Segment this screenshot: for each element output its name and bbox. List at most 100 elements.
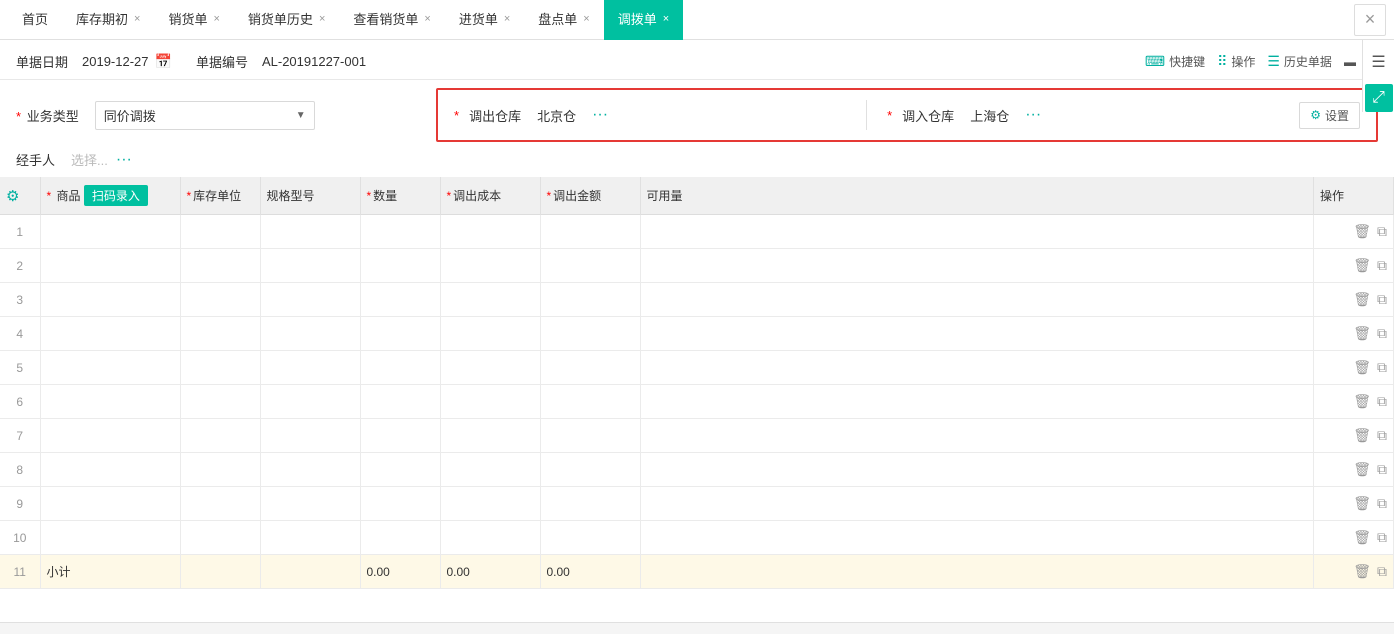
spec-cell[interactable] <box>260 351 360 385</box>
spec-cell[interactable] <box>260 453 360 487</box>
history-btn[interactable]: ☰ 历史单据 <box>1267 53 1332 70</box>
copy-icon[interactable]: ⧉ <box>1377 393 1387 410</box>
tab-transfer-close[interactable]: × <box>663 13 669 25</box>
amount-cell[interactable] <box>540 283 640 317</box>
tab-home[interactable]: 首页 <box>8 0 62 40</box>
spec-cell[interactable] <box>260 521 360 555</box>
copy-icon[interactable]: ⧉ <box>1377 427 1387 444</box>
handler-placeholder[interactable]: 选择... <box>71 150 108 169</box>
avail-cell[interactable] <box>640 453 1314 487</box>
qty-cell[interactable] <box>360 317 440 351</box>
tab-sales-history-close[interactable]: × <box>319 13 325 25</box>
operations-btn[interactable]: ⠿ 操作 <box>1217 53 1255 70</box>
cost-cell[interactable] <box>440 487 540 521</box>
delete-icon[interactable]: 🗑 <box>1353 427 1371 444</box>
avail-cell[interactable] <box>640 419 1314 453</box>
sidebar-list-icon[interactable]: ☰ <box>1365 48 1393 76</box>
avail-cell[interactable] <box>640 249 1314 283</box>
delete-icon[interactable]: 🗑 <box>1353 257 1371 274</box>
spec-cell[interactable] <box>260 419 360 453</box>
amount-cell[interactable] <box>540 453 640 487</box>
product-cell[interactable] <box>40 487 180 521</box>
qty-cell[interactable] <box>360 487 440 521</box>
tab-sales-close[interactable]: × <box>213 13 219 25</box>
tab-sales-history[interactable]: 销货单历史 × <box>234 0 339 40</box>
cost-cell[interactable] <box>440 453 540 487</box>
cost-cell[interactable] <box>440 385 540 419</box>
qty-cell[interactable] <box>360 521 440 555</box>
amount-cell[interactable] <box>540 249 640 283</box>
qty-cell[interactable] <box>360 215 440 249</box>
global-close-button[interactable]: × <box>1354 4 1386 36</box>
copy-icon[interactable]: ⧉ <box>1377 461 1387 478</box>
unit-cell[interactable] <box>180 419 260 453</box>
qty-cell[interactable] <box>360 249 440 283</box>
copy-icon[interactable]: ⧉ <box>1377 223 1387 240</box>
delete-icon[interactable]: 🗑 <box>1353 529 1371 546</box>
product-cell[interactable] <box>40 249 180 283</box>
product-cell[interactable] <box>40 283 180 317</box>
gear-icon[interactable]: ⚙ <box>6 188 19 205</box>
unit-cell[interactable] <box>180 283 260 317</box>
delete-icon[interactable]: 🗑 <box>1353 495 1371 512</box>
amount-cell[interactable] <box>540 215 640 249</box>
copy-icon[interactable]: ⧉ <box>1377 325 1387 342</box>
scrollbar[interactable] <box>0 622 1394 634</box>
tab-view-sales-close[interactable]: × <box>424 13 430 25</box>
tab-sales[interactable]: 销货单 × <box>154 0 233 40</box>
spec-cell[interactable] <box>260 215 360 249</box>
qty-cell[interactable] <box>360 419 440 453</box>
amount-cell[interactable] <box>540 351 640 385</box>
settings-button[interactable]: ⚙ 设置 <box>1299 102 1360 129</box>
unit-cell[interactable] <box>180 487 260 521</box>
tab-inventory-init-close[interactable]: × <box>134 13 140 25</box>
amount-cell[interactable] <box>540 521 640 555</box>
delete-icon[interactable]: 🗑 <box>1353 393 1371 410</box>
tab-transfer[interactable]: 调拨单 × <box>604 0 683 40</box>
spec-cell[interactable] <box>260 317 360 351</box>
cost-cell[interactable] <box>440 283 540 317</box>
spec-cell[interactable] <box>260 487 360 521</box>
warehouse-in-more-btn[interactable]: ··· <box>1025 106 1041 124</box>
copy-icon[interactable]: ⧉ <box>1377 563 1387 580</box>
avail-cell[interactable] <box>640 283 1314 317</box>
tab-inventory[interactable]: 盘点单 × <box>524 0 603 40</box>
qty-cell[interactable] <box>360 453 440 487</box>
delete-icon[interactable]: 🗑 <box>1353 461 1371 478</box>
warehouse-out-more-btn[interactable]: ··· <box>592 106 608 124</box>
cost-cell[interactable] <box>440 419 540 453</box>
layout-btn-1[interactable]: ▬ <box>1344 55 1356 69</box>
qty-cell[interactable] <box>360 351 440 385</box>
avail-cell[interactable] <box>640 385 1314 419</box>
copy-icon[interactable]: ⧉ <box>1377 495 1387 512</box>
scan-entry-button[interactable]: 扫码录入 <box>84 185 148 206</box>
amount-cell[interactable] <box>540 487 640 521</box>
amount-cell[interactable] <box>540 385 640 419</box>
sidebar-expand-icon[interactable]: ⤢ <box>1365 84 1393 112</box>
amount-cell[interactable] <box>540 419 640 453</box>
copy-icon[interactable]: ⧉ <box>1377 359 1387 376</box>
tab-purchase[interactable]: 进货单 × <box>445 0 524 40</box>
product-cell[interactable] <box>40 521 180 555</box>
handler-more-btn[interactable]: ··· <box>116 151 132 169</box>
avail-cell[interactable] <box>640 521 1314 555</box>
delete-icon[interactable]: 🗑 <box>1353 223 1371 240</box>
product-cell[interactable] <box>40 351 180 385</box>
avail-cell[interactable] <box>640 351 1314 385</box>
unit-cell[interactable] <box>180 249 260 283</box>
qty-cell[interactable] <box>360 385 440 419</box>
avail-cell[interactable] <box>640 487 1314 521</box>
avail-cell[interactable] <box>640 317 1314 351</box>
spec-cell[interactable] <box>260 385 360 419</box>
product-cell[interactable] <box>40 215 180 249</box>
cost-cell[interactable] <box>440 249 540 283</box>
copy-icon[interactable]: ⧉ <box>1377 529 1387 546</box>
delete-icon[interactable]: 🗑 <box>1353 325 1371 342</box>
cost-cell[interactable] <box>440 521 540 555</box>
cost-cell[interactable] <box>440 351 540 385</box>
product-cell[interactable] <box>40 317 180 351</box>
product-cell[interactable] <box>40 419 180 453</box>
unit-cell[interactable] <box>180 521 260 555</box>
delete-icon[interactable]: 🗑 <box>1353 359 1371 376</box>
avail-cell[interactable] <box>640 215 1314 249</box>
